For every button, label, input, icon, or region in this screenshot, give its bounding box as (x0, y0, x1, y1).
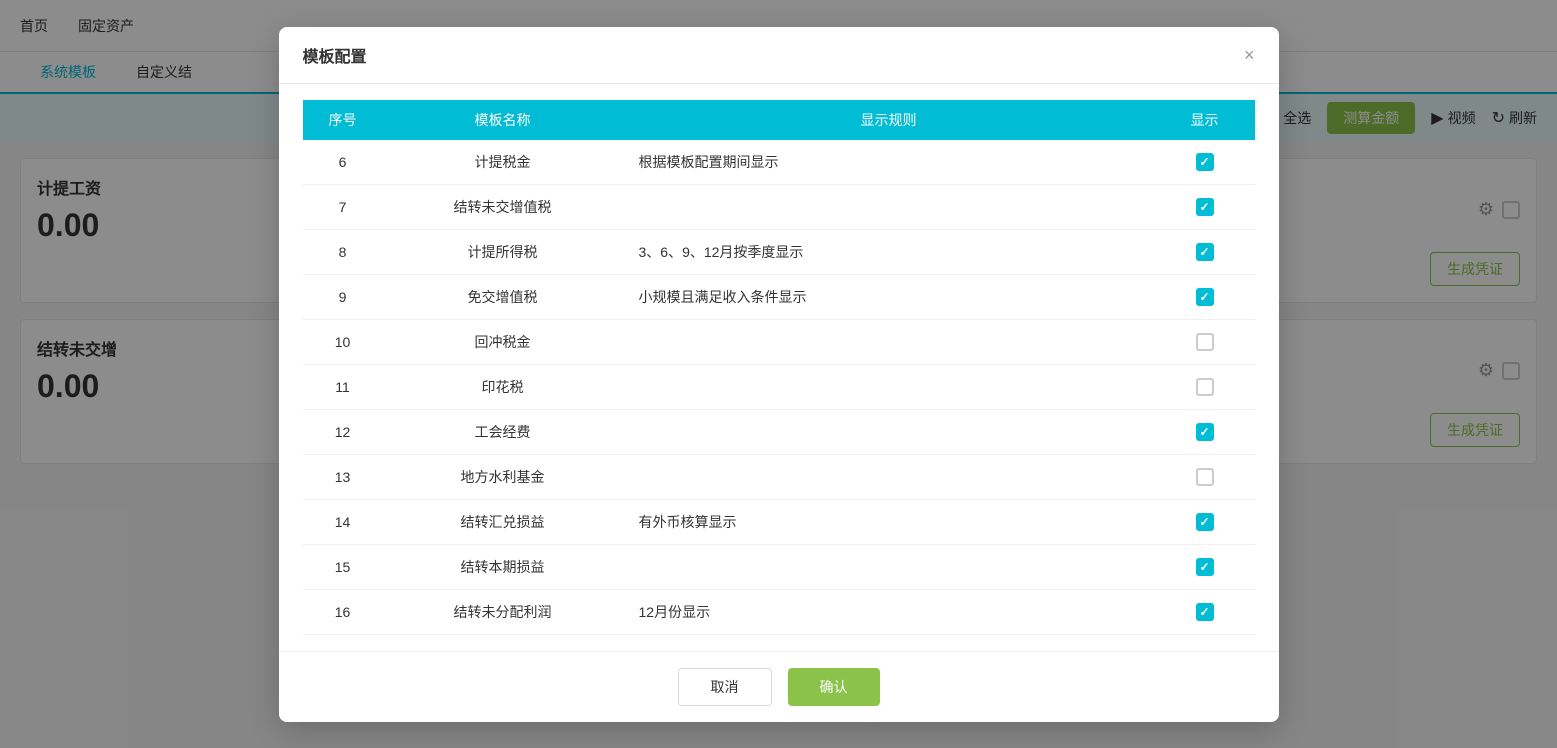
cell-rule-3: 小规模且满足收入条件显示 (623, 274, 1155, 319)
cell-name-5: 印花税 (383, 364, 623, 409)
template-config-dialog: 模板配置 × 序号 模板名称 显示规则 显示 6计提税金根据模板配置期间显示7结… (279, 27, 1279, 722)
table-row: 15结转本期损益 (303, 544, 1255, 589)
cell-name-3: 免交增值税 (383, 274, 623, 319)
checkbox-8[interactable] (1196, 513, 1214, 531)
table-body: 6计提税金根据模板配置期间显示7结转未交增值税8计提所得税3、6、9、12月按季… (303, 140, 1255, 635)
cell-check-9 (1155, 544, 1255, 589)
cell-check-2 (1155, 229, 1255, 274)
col-header-rule: 显示规则 (623, 100, 1155, 140)
cell-id-4: 10 (303, 319, 383, 364)
cell-rule-7 (623, 454, 1155, 499)
cell-check-1 (1155, 184, 1255, 229)
col-header-name: 模板名称 (383, 100, 623, 140)
cell-id-3: 9 (303, 274, 383, 319)
table-row: 11印花税 (303, 364, 1255, 409)
cell-rule-4 (623, 319, 1155, 364)
cell-id-8: 14 (303, 499, 383, 544)
cell-check-6 (1155, 409, 1255, 454)
checkbox-6[interactable] (1196, 423, 1214, 441)
checkbox-7[interactable] (1196, 468, 1214, 486)
table-row: 9免交增值税小规模且满足收入条件显示 (303, 274, 1255, 319)
config-table: 序号 模板名称 显示规则 显示 6计提税金根据模板配置期间显示7结转未交增值税8… (303, 100, 1255, 635)
cell-id-0: 6 (303, 140, 383, 185)
cell-id-10: 16 (303, 589, 383, 634)
cell-id-9: 15 (303, 544, 383, 589)
cell-name-1: 结转未交增值税 (383, 184, 623, 229)
cell-name-7: 地方水利基金 (383, 454, 623, 499)
cell-name-9: 结转本期损益 (383, 544, 623, 589)
cell-name-6: 工会经费 (383, 409, 623, 454)
checkbox-9[interactable] (1196, 558, 1214, 576)
table-row: 10回冲税金 (303, 319, 1255, 364)
table-row: 14结转汇兑损益有外币核算显示 (303, 499, 1255, 544)
checkbox-10[interactable] (1196, 603, 1214, 621)
cell-rule-8: 有外币核算显示 (623, 499, 1155, 544)
cell-name-10: 结转未分配利润 (383, 589, 623, 634)
checkbox-0[interactable] (1196, 153, 1214, 171)
dialog-close-button[interactable]: × (1244, 46, 1255, 64)
checkbox-3[interactable] (1196, 288, 1214, 306)
checkbox-4[interactable] (1196, 333, 1214, 351)
cancel-button[interactable]: 取消 (678, 668, 772, 706)
checkbox-2[interactable] (1196, 243, 1214, 261)
cell-rule-9 (623, 544, 1155, 589)
dialog-title: 模板配置 (303, 43, 367, 67)
cell-id-7: 13 (303, 454, 383, 499)
cell-check-8 (1155, 499, 1255, 544)
table-row: 12工会经费 (303, 409, 1255, 454)
cell-rule-6 (623, 409, 1155, 454)
confirm-button[interactable]: 确认 (788, 668, 880, 706)
dialog-header: 模板配置 × (279, 27, 1279, 84)
cell-check-7 (1155, 454, 1255, 499)
cell-check-4 (1155, 319, 1255, 364)
col-header-display: 显示 (1155, 100, 1255, 140)
cell-id-2: 8 (303, 229, 383, 274)
cell-name-4: 回冲税金 (383, 319, 623, 364)
modal-overlay: 模板配置 × 序号 模板名称 显示规则 显示 6计提税金根据模板配置期间显示7结… (0, 0, 1557, 748)
cell-name-2: 计提所得税 (383, 229, 623, 274)
cell-rule-0: 根据模板配置期间显示 (623, 140, 1155, 185)
cell-check-5 (1155, 364, 1255, 409)
cell-id-6: 12 (303, 409, 383, 454)
table-row: 8计提所得税3、6、9、12月按季度显示 (303, 229, 1255, 274)
cell-rule-2: 3、6、9、12月按季度显示 (623, 229, 1155, 274)
checkbox-5[interactable] (1196, 378, 1214, 396)
table-row: 16结转未分配利润12月份显示 (303, 589, 1255, 634)
cell-check-0 (1155, 140, 1255, 185)
cell-id-1: 7 (303, 184, 383, 229)
table-row: 7结转未交增值税 (303, 184, 1255, 229)
cell-name-8: 结转汇兑损益 (383, 499, 623, 544)
cell-check-10 (1155, 589, 1255, 634)
checkbox-1[interactable] (1196, 198, 1214, 216)
table-row: 6计提税金根据模板配置期间显示 (303, 140, 1255, 185)
cell-check-3 (1155, 274, 1255, 319)
dialog-footer: 取消 确认 (279, 651, 1279, 722)
table-row: 13地方水利基金 (303, 454, 1255, 499)
col-header-id: 序号 (303, 100, 383, 140)
table-header: 序号 模板名称 显示规则 显示 (303, 100, 1255, 140)
cell-id-5: 11 (303, 364, 383, 409)
dialog-body: 序号 模板名称 显示规则 显示 6计提税金根据模板配置期间显示7结转未交增值税8… (279, 84, 1279, 651)
cell-rule-10: 12月份显示 (623, 589, 1155, 634)
cell-name-0: 计提税金 (383, 140, 623, 185)
cell-rule-1 (623, 184, 1155, 229)
cell-rule-5 (623, 364, 1155, 409)
